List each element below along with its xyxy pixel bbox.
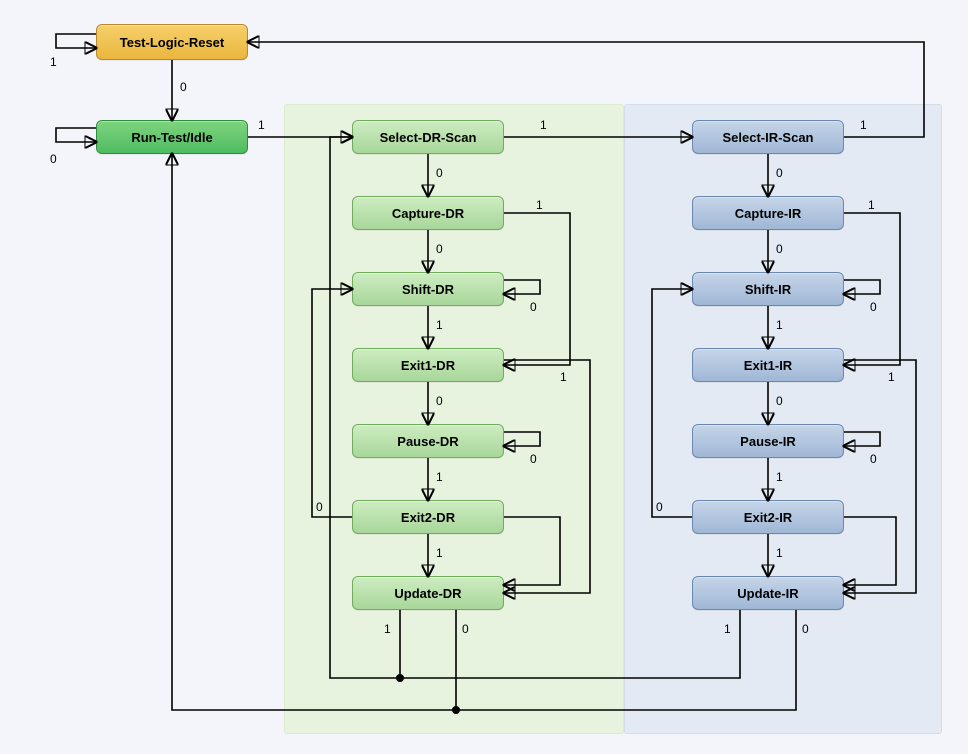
lbl-tlr-rti: 0 [180,80,187,94]
lbl-cdr-shdr: 0 [436,242,443,256]
state-pause-dr: Pause-DR [352,424,504,458]
lbl-e2ir-uir: 1 [776,546,783,560]
lbl-shir-self: 0 [870,300,877,314]
lbl-e1ir-uir: 1 [888,370,895,384]
lbl-e2ir-shir: 0 [656,500,663,514]
state-update-ir: Update-IR [692,576,844,610]
lbl-uir-sds: 1 [724,622,731,636]
jtag-tap-state-diagram: Test-Logic-Reset Run-Test/Idle Select-DR… [0,0,968,754]
lbl-e1dr-pdr: 0 [436,394,443,408]
lbl-pir-self: 0 [870,452,877,466]
lbl-cir-shir: 0 [776,242,783,256]
lbl-pir-e2ir: 1 [776,470,783,484]
lbl-rti-sds: 1 [258,118,265,132]
lbl-rti-self: 0 [50,152,57,166]
lbl-cir-e1ir: 1 [868,198,875,212]
lbl-udr-sds: 1 [384,622,391,636]
lbl-e2dr-udr: 1 [436,546,443,560]
state-select-dr-scan: Select-DR-Scan [352,120,504,154]
state-shift-ir: Shift-IR [692,272,844,306]
lbl-sis-tlr: 1 [860,118,867,132]
state-select-ir-scan: Select-IR-Scan [692,120,844,154]
lbl-uir-rti: 0 [802,622,809,636]
lbl-pdr-e2dr: 1 [436,470,443,484]
lbl-pdr-self: 0 [530,452,537,466]
lbl-shdr-e1dr: 1 [436,318,443,332]
lbl-udr-rti: 0 [462,622,469,636]
state-exit2-dr: Exit2-DR [352,500,504,534]
lbl-sis-cir: 0 [776,166,783,180]
state-capture-ir: Capture-IR [692,196,844,230]
lbl-e1dr-udr: 1 [560,370,567,384]
lbl-shdr-self: 0 [530,300,537,314]
lbl-e1ir-pir: 0 [776,394,783,408]
state-pause-ir: Pause-IR [692,424,844,458]
lbl-tlr-self: 1 [50,55,57,69]
lbl-sds-sis: 1 [540,118,547,132]
lbl-cdr-e1dr: 1 [536,198,543,212]
state-test-logic-reset: Test-Logic-Reset [96,24,248,60]
state-exit1-dr: Exit1-DR [352,348,504,382]
state-exit1-ir: Exit1-IR [692,348,844,382]
lbl-e2dr-shdr: 0 [316,500,323,514]
state-shift-dr: Shift-DR [352,272,504,306]
state-run-test-idle: Run-Test/Idle [96,120,248,154]
state-capture-dr: Capture-DR [352,196,504,230]
state-update-dr: Update-DR [352,576,504,610]
state-exit2-ir: Exit2-IR [692,500,844,534]
lbl-sds-cdr: 0 [436,166,443,180]
lbl-shir-e1ir: 1 [776,318,783,332]
